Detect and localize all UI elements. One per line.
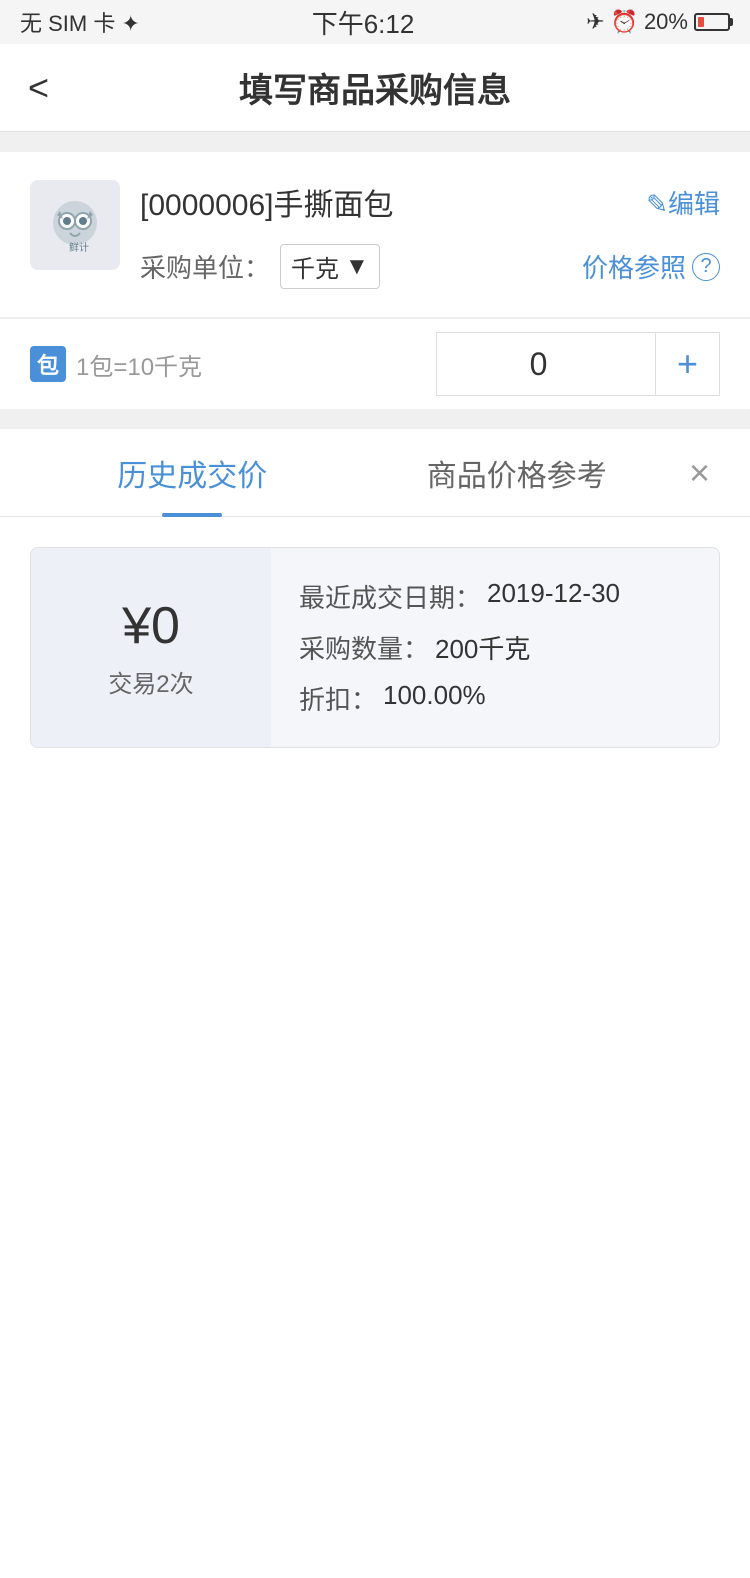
product-info: [0000006]手撕面包 ✎编辑 采购单位： 千克 ▼ 价格参照 ? <box>140 180 720 289</box>
back-button[interactable]: < <box>28 67 49 109</box>
discount-label: 折扣： <box>299 680 377 717</box>
history-details: 最近成交日期： 2019-12-30 采购数量： 200千克 折扣： 100.0… <box>271 548 719 747</box>
battery-percent: 20% <box>644 9 688 35</box>
history-count: 交易2次 <box>108 664 193 699</box>
sim-label: 无 SIM 卡 ✦ <box>20 6 140 38</box>
unit-select-dropdown[interactable]: 千克 ▼ <box>280 244 380 289</box>
product-card: 鲜计 [0000006]手撕面包 ✎编辑 采购单位： 千克 ▼ 价 <box>0 152 750 317</box>
quantity-input[interactable] <box>436 332 656 396</box>
recent-date-row: 最近成交日期： 2019-12-30 <box>299 578 691 615</box>
unit-label: 采购单位： 千克 ▼ <box>140 244 380 289</box>
history-list: ¥0 交易2次 最近成交日期： 2019-12-30 采购数量： 200千克 折… <box>0 517 750 778</box>
status-bar: 无 SIM 卡 ✦ 下午6:12 ✈ ⏰ 20% <box>0 0 750 44</box>
unit-badge: 包 <box>30 346 66 382</box>
purchase-qty-row: 采购数量： 200千克 <box>299 629 691 666</box>
svg-text:鲜计: 鲜计 <box>69 241 89 254</box>
chevron-down-icon: ▼ <box>345 253 369 281</box>
history-card: ¥0 交易2次 最近成交日期： 2019-12-30 采购数量： 200千克 折… <box>30 547 720 748</box>
unit-conversion-note: 1包=10千克 <box>76 347 202 382</box>
purchase-qty-label: 采购数量： <box>299 629 429 666</box>
history-price-section: ¥0 交易2次 <box>31 548 271 747</box>
recent-date-label: 最近成交日期： <box>299 578 481 615</box>
product-logo-icon: 鲜计 <box>45 195 105 255</box>
edit-button[interactable]: ✎编辑 <box>646 184 720 221</box>
alarm-icon: ⏰ <box>611 9 638 35</box>
tab-history-price[interactable]: 历史成交价 <box>30 429 354 517</box>
product-thumbnail: 鲜计 <box>30 180 120 270</box>
recent-date-value: 2019-12-30 <box>487 578 620 615</box>
product-top-row: [0000006]手撕面包 ✎编辑 <box>140 180 720 224</box>
quantity-section: 包 1包=10千克 + <box>0 319 750 409</box>
location-icon: ✈ <box>586 9 604 35</box>
page-title: 填写商品采购信息 <box>239 63 511 112</box>
product-header: 鲜计 [0000006]手撕面包 ✎编辑 采购单位： 千克 ▼ 价 <box>30 180 720 289</box>
battery-indicator <box>694 13 730 31</box>
history-price: ¥0 <box>122 596 180 656</box>
help-icon: ? <box>692 253 720 281</box>
quantity-plus-button[interactable]: + <box>656 332 720 396</box>
status-time: 下午6:12 <box>312 4 415 41</box>
discount-row: 折扣： 100.00% <box>299 680 691 717</box>
status-right: ✈ ⏰ 20% <box>586 9 730 35</box>
product-unit-row: 采购单位： 千克 ▼ 价格参照 ? <box>140 244 720 289</box>
discount-value: 100.00% <box>383 680 486 717</box>
price-reference-button[interactable]: 价格参照 ? <box>582 248 720 285</box>
product-name: [0000006]手撕面包 <box>140 180 393 224</box>
bottom-area <box>0 778 750 1578</box>
purchase-qty-value: 200千克 <box>435 629 530 666</box>
tab-close-button[interactable]: × <box>679 452 720 494</box>
tab-panel: 历史成交价 商品价格参考 × ¥0 交易2次 最近成交日期： 2019-12-3… <box>0 429 750 778</box>
quantity-label: 包 1包=10千克 <box>30 346 202 382</box>
quantity-input-group: + <box>436 332 720 396</box>
nav-bar: < 填写商品采购信息 <box>0 44 750 132</box>
status-left: 无 SIM 卡 ✦ <box>20 6 140 38</box>
tab-bar: 历史成交价 商品价格参考 × <box>0 429 750 517</box>
tab-product-price-ref[interactable]: 商品价格参考 <box>354 429 678 517</box>
